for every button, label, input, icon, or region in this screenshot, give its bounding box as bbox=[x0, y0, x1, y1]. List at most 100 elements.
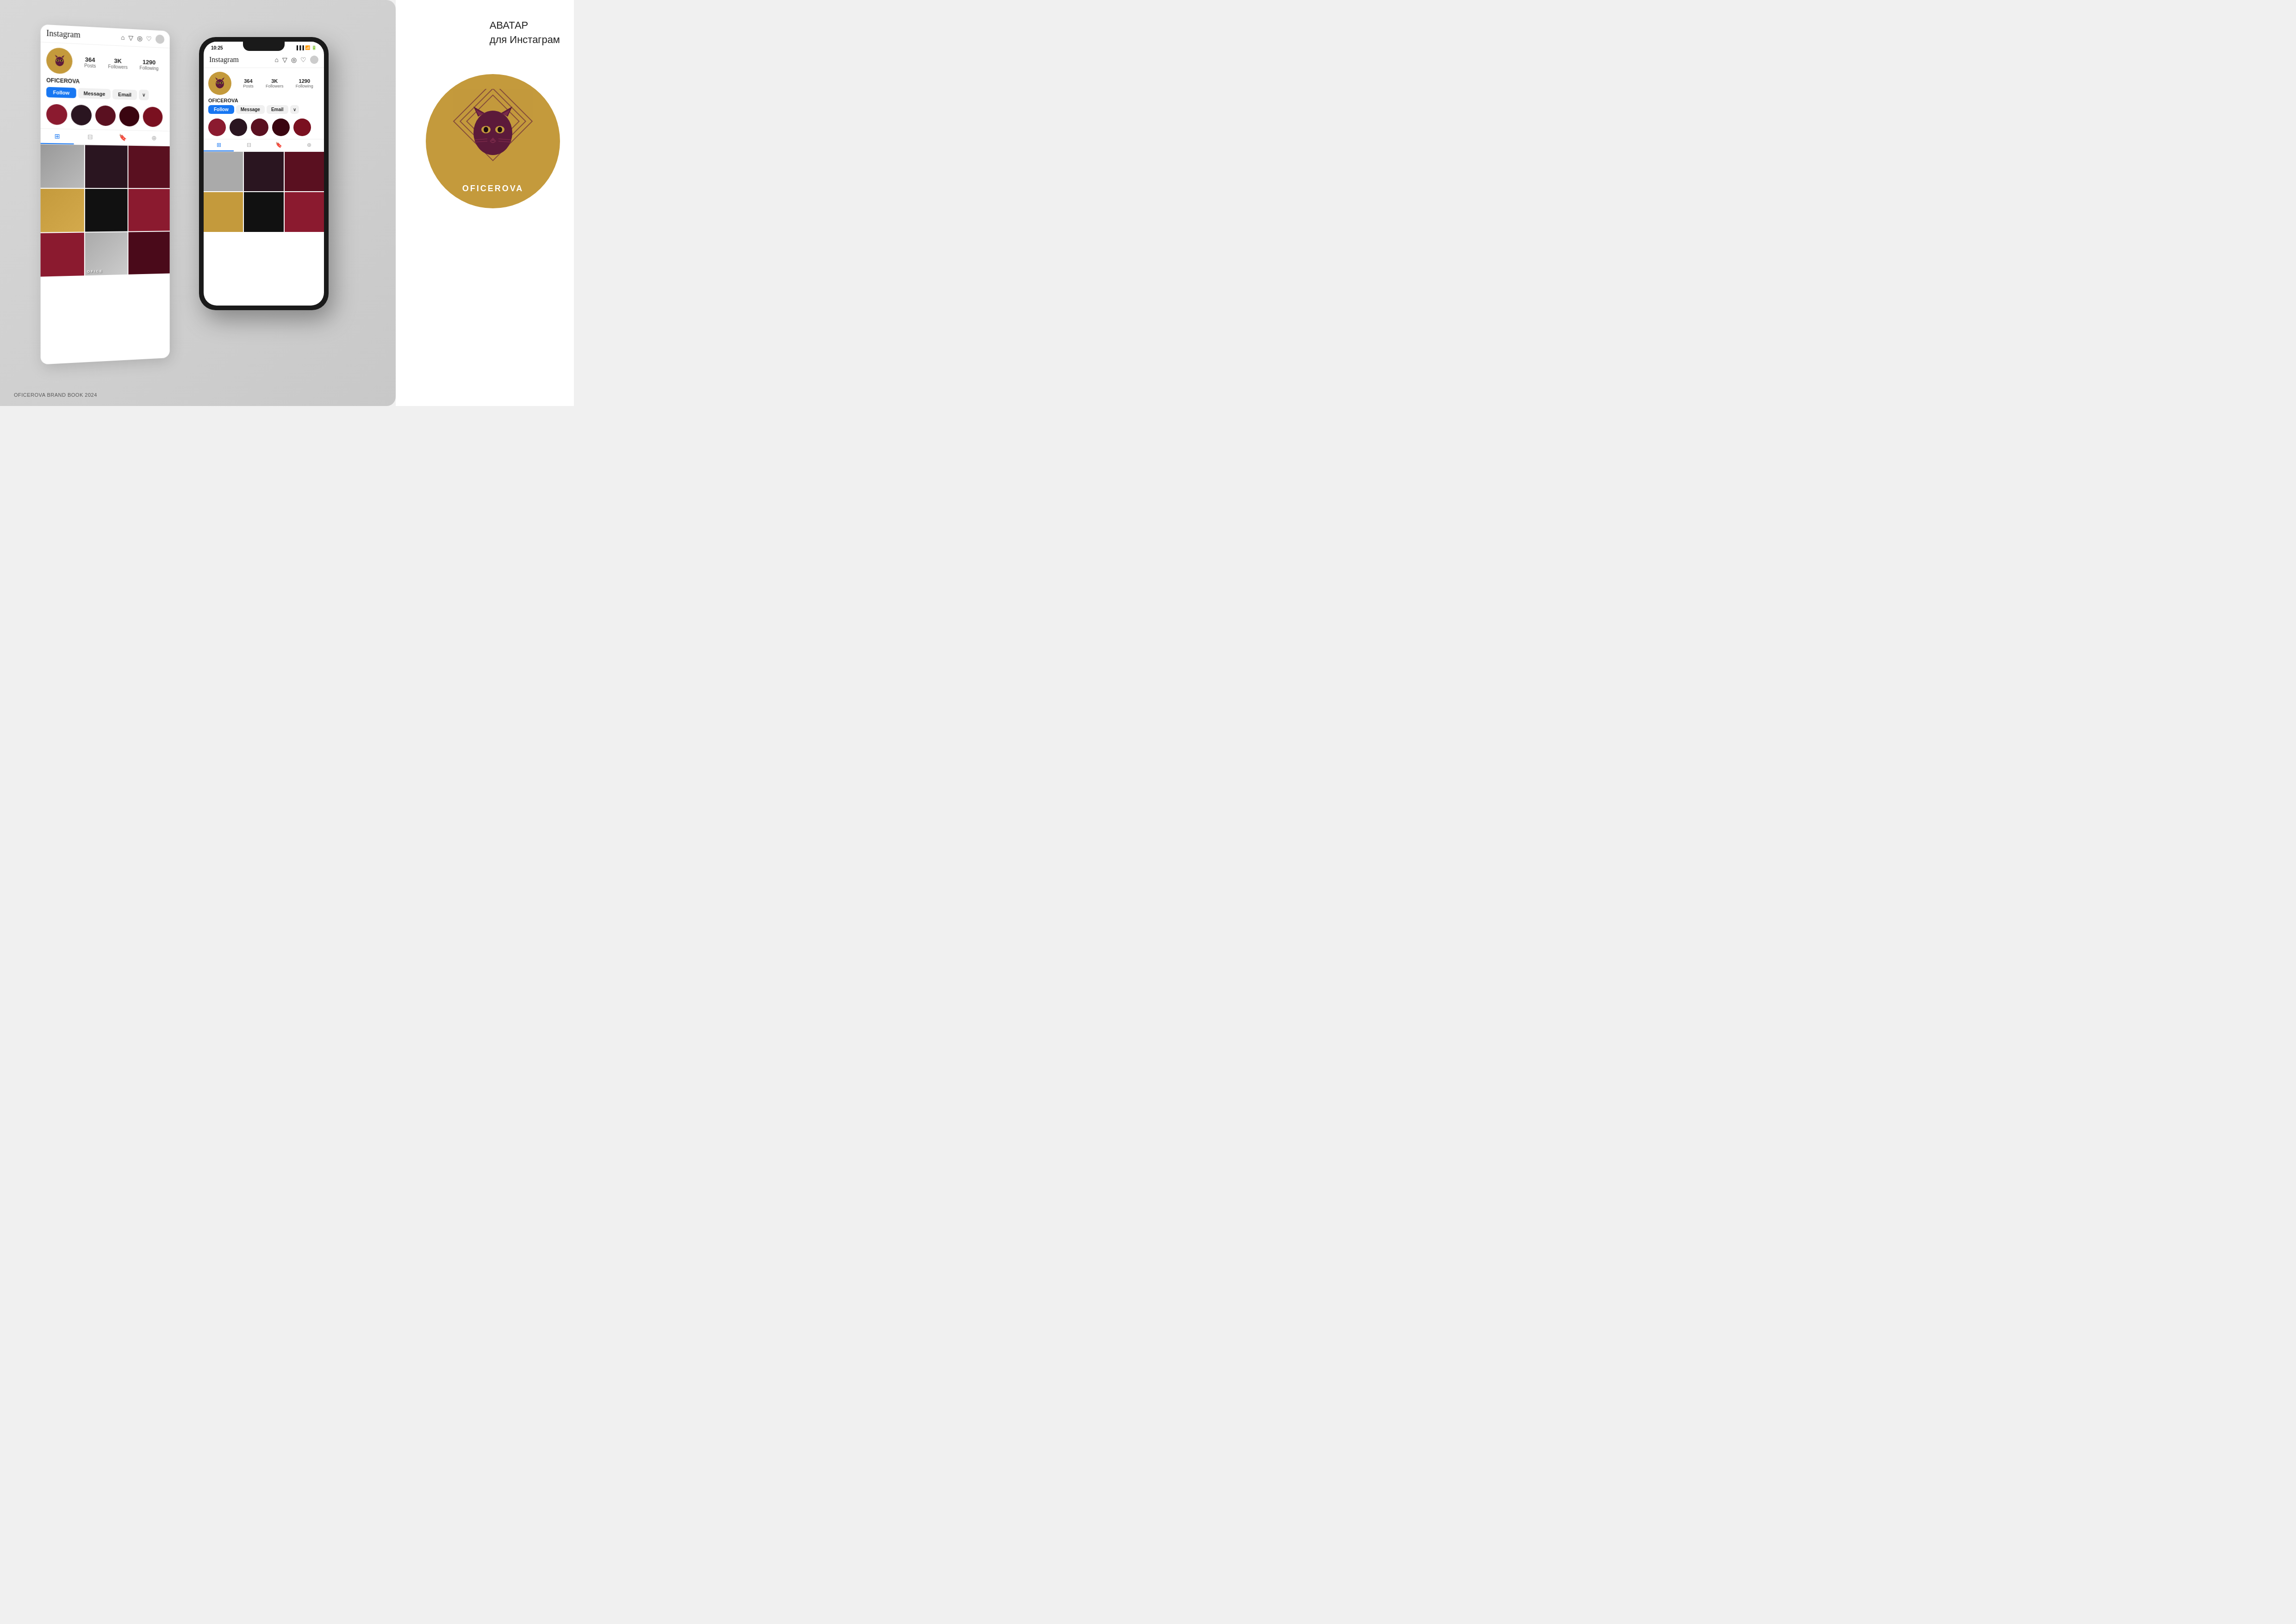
phone-tabs: ⊞ ⊟ 🔖 ⊕ bbox=[204, 139, 324, 152]
phone-avatar-icon[interactable] bbox=[310, 56, 318, 64]
svg-point-3 bbox=[473, 111, 512, 155]
flat-ig-logo: Instagram bbox=[46, 28, 81, 40]
flat-grid-7 bbox=[41, 233, 84, 277]
phone-more-button[interactable]: ∨ bbox=[290, 105, 299, 114]
phone-filter-icon[interactable]: ▽ bbox=[282, 56, 287, 63]
flat-grid-5 bbox=[85, 189, 128, 232]
phone-notch bbox=[243, 42, 285, 51]
flat-story-3[interactable] bbox=[95, 105, 116, 126]
flat-grid-2 bbox=[85, 145, 128, 188]
phone-screen: 10:25 ▐▐▐ 📶 🔋 Instagram ⌂ ▽ ◎ ♡ bbox=[204, 42, 324, 306]
flat-tabs: ⊞ ⊟ 🔖 ⊕ bbox=[41, 128, 170, 146]
flat-followers-label: Followers bbox=[108, 64, 127, 70]
flat-grid-9 bbox=[128, 231, 169, 274]
phone-ig-stats: 364 Posts 3K Followers 1290 Following bbox=[237, 78, 319, 88]
flat-story-5[interactable] bbox=[143, 106, 163, 127]
phone-tab-tagged[interactable]: ⊕ bbox=[294, 139, 324, 151]
status-icons: ▐▐▐ 📶 🔋 bbox=[295, 45, 317, 50]
flat-tab-grid[interactable]: ⊞ bbox=[41, 129, 74, 144]
flat-more-button[interactable]: ∨ bbox=[139, 89, 149, 100]
flat-ig-header-icons: ⌂ ▽ ◎ ♡ bbox=[121, 32, 164, 44]
status-time: 10:25 bbox=[211, 45, 223, 50]
phone-grid-2 bbox=[244, 152, 283, 191]
phone-story-3[interactable] bbox=[251, 119, 268, 136]
flat-grid-1 bbox=[41, 144, 84, 188]
phone-message-button[interactable]: Message bbox=[236, 105, 265, 114]
phone-stat-followers: 3K Followers bbox=[266, 78, 284, 88]
flat-followers-count: 3K bbox=[108, 57, 127, 65]
phone-stat-following: 1290 Following bbox=[296, 78, 313, 88]
phone-posts-count: 364 bbox=[243, 78, 254, 84]
phone-profile-section: 364 Posts 3K Followers 1290 Following bbox=[204, 68, 324, 97]
flat-profile-avatar bbox=[46, 47, 72, 74]
flat-profile-section: 364 Posts 3K Followers 1290 Following bbox=[41, 42, 170, 81]
title-line2: для Инстаграм bbox=[490, 33, 560, 47]
flat-story-1[interactable] bbox=[46, 104, 67, 125]
flat-posts-count: 364 bbox=[84, 56, 96, 63]
flat-story-4[interactable] bbox=[119, 106, 139, 127]
footer: OFICEROVA BRAND BOOK 2024 bbox=[14, 392, 97, 398]
phone-email-button[interactable]: Email bbox=[267, 105, 288, 114]
flat-story-2[interactable] bbox=[71, 105, 92, 125]
flat-panther-icon bbox=[50, 51, 69, 70]
phone-compass-icon[interactable]: ◎ bbox=[291, 56, 297, 63]
flat-avatar-icon[interactable] bbox=[156, 34, 164, 44]
flat-grid-4 bbox=[41, 189, 84, 232]
flat-stat-posts: 364 Posts bbox=[84, 56, 96, 68]
flat-grid-6 bbox=[128, 189, 169, 231]
flat-following-count: 1290 bbox=[140, 58, 159, 66]
phone-tab-saved[interactable]: 🔖 bbox=[264, 139, 294, 151]
svg-point-32 bbox=[218, 82, 219, 84]
flat-message-button[interactable]: Message bbox=[78, 87, 111, 99]
flat-stat-following: 1290 Following bbox=[140, 58, 159, 71]
big-avatar-brand-name: OFICEROVA bbox=[462, 184, 524, 194]
flat-ig-stats: 364 Posts 3K Followers 1290 Following bbox=[78, 56, 164, 71]
phone-following-label: Following bbox=[296, 84, 313, 88]
flat-mockup: Instagram ⌂ ▽ ◎ ♡ 364 bbox=[41, 25, 170, 365]
phone-followers-label: Followers bbox=[266, 84, 284, 88]
right-panel: АВАТАР для Инстаграм bbox=[396, 0, 574, 406]
phone-follow-button[interactable]: Follow bbox=[208, 105, 234, 114]
phone-mockup: 10:25 ▐▐▐ 📶 🔋 Instagram ⌂ ▽ ◎ ♡ bbox=[199, 37, 329, 310]
phone-story-5[interactable] bbox=[293, 119, 311, 136]
home-icon[interactable]: ⌂ bbox=[121, 33, 124, 41]
phone-content: Instagram ⌂ ▽ ◎ ♡ bbox=[204, 52, 324, 232]
phone-heart-icon[interactable]: ♡ bbox=[300, 56, 306, 63]
flat-follow-button[interactable]: Follow bbox=[46, 87, 76, 98]
phone-story-4[interactable] bbox=[272, 119, 290, 136]
phone-ig-header: Instagram ⌂ ▽ ◎ ♡ bbox=[204, 52, 324, 68]
phone-panther-icon bbox=[211, 74, 229, 93]
heart-icon[interactable]: ♡ bbox=[146, 35, 152, 42]
phone-tab-grid[interactable]: ⊞ bbox=[204, 139, 234, 151]
panther-icon bbox=[447, 89, 539, 181]
phone-story-1[interactable] bbox=[208, 119, 226, 136]
flat-stories bbox=[41, 101, 170, 131]
footer-text: OFICEROVA BRAND BOOK 2024 bbox=[14, 392, 97, 398]
flat-tab-saved[interactable]: 🔖 bbox=[106, 130, 138, 145]
phone-posts-label: Posts bbox=[243, 84, 254, 88]
phone-grid-4 bbox=[204, 192, 243, 231]
svg-point-10 bbox=[484, 127, 488, 132]
flat-tab-tagged[interactable]: ⊕ bbox=[138, 131, 170, 146]
phone-story-2[interactable] bbox=[230, 119, 247, 136]
phone-followers-count: 3K bbox=[266, 78, 284, 84]
phone-home-icon[interactable]: ⌂ bbox=[275, 56, 279, 63]
phone-ig-header-icons: ⌂ ▽ ◎ ♡ bbox=[275, 56, 318, 64]
flat-email-button[interactable]: Email bbox=[112, 89, 137, 100]
filter-icon[interactable]: ▽ bbox=[128, 34, 133, 41]
phone-profile-avatar bbox=[208, 72, 231, 95]
phone-grid-1 bbox=[204, 152, 243, 191]
phone-stories bbox=[204, 117, 324, 139]
big-avatar: OFICEROVA bbox=[426, 74, 560, 208]
flat-tab-igtv[interactable]: ⊟ bbox=[74, 130, 106, 145]
svg-point-33 bbox=[221, 82, 223, 84]
flat-grid-3 bbox=[128, 146, 169, 188]
page-title: АВАТАР для Инстаграм bbox=[490, 19, 560, 47]
phone-tab-igtv[interactable]: ⊟ bbox=[234, 139, 264, 151]
phone-ig-logo: Instagram bbox=[209, 56, 239, 64]
phone-following-count: 1290 bbox=[296, 78, 313, 84]
svg-point-11 bbox=[498, 127, 502, 132]
phone-photo-grid bbox=[204, 152, 324, 232]
phone-action-buttons: Follow Message Email ∨ bbox=[204, 105, 324, 117]
compass-icon[interactable]: ◎ bbox=[137, 34, 143, 42]
